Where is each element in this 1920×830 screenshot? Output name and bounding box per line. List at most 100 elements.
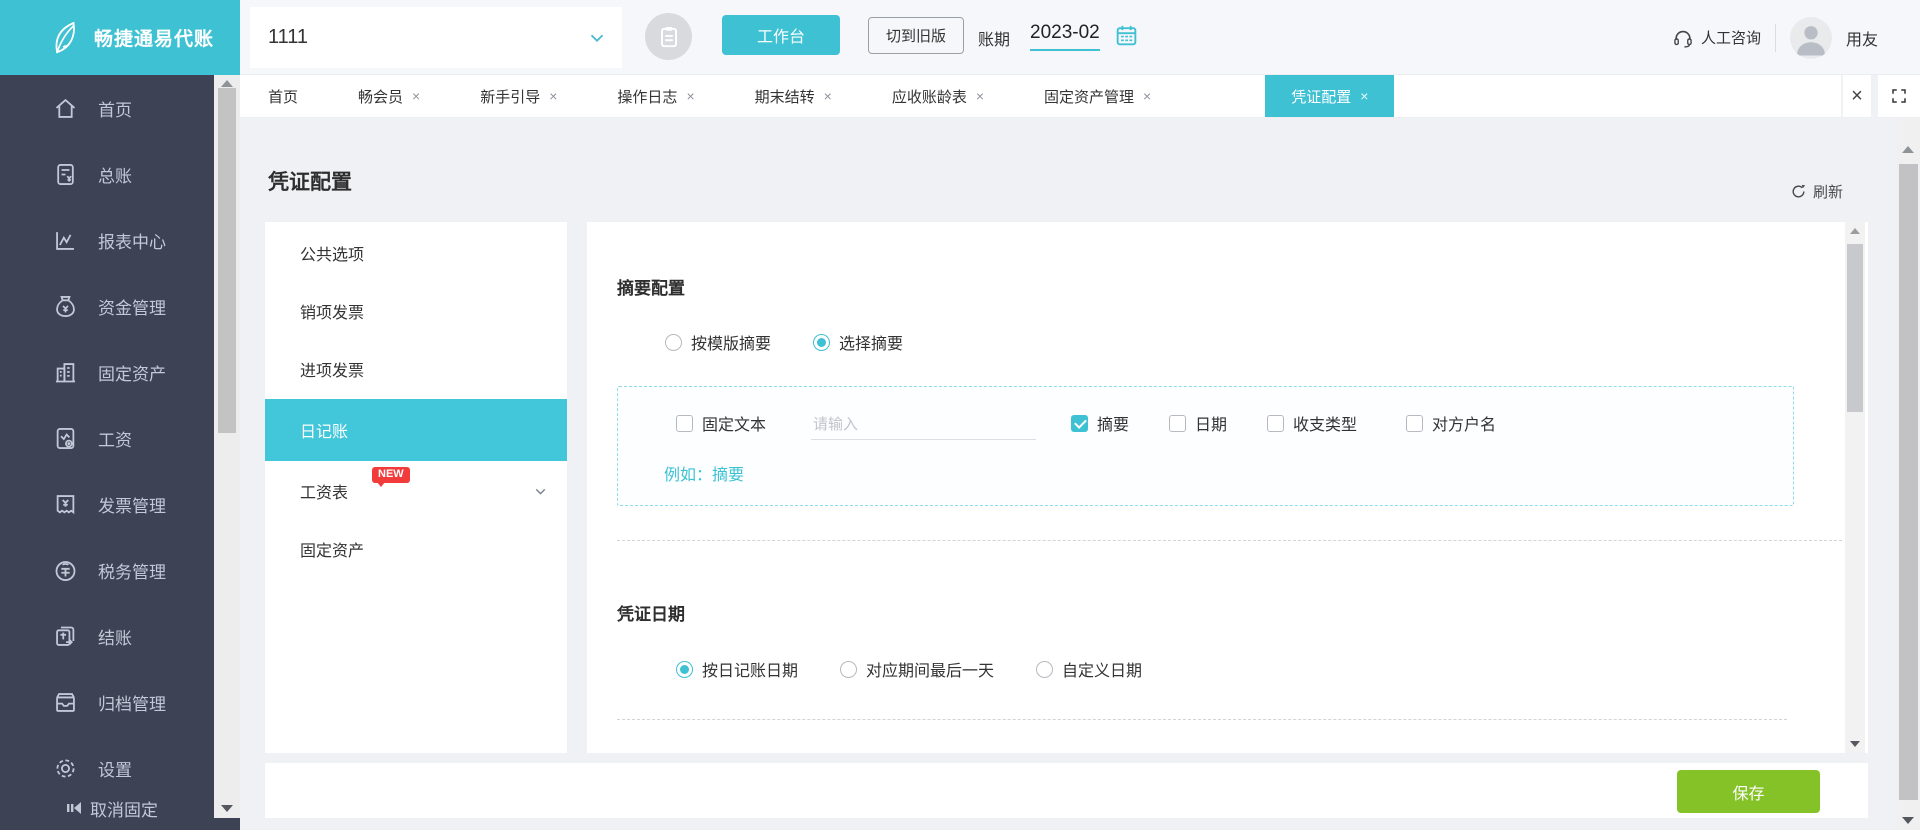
tab-label: 期末结转: [754, 88, 815, 106]
sidebar-item-fixed-assets[interactable]: 固定资产: [0, 339, 214, 405]
period-label: 账期: [978, 32, 1011, 49]
closing-icon: [52, 623, 79, 650]
checkbox-icon[interactable]: [676, 414, 693, 432]
sidebar-item-salary[interactable]: 工资: [0, 405, 214, 471]
sidebar-item-general-ledger[interactable]: 总账: [0, 141, 214, 207]
radio-icon-selected[interactable]: [813, 333, 831, 351]
sidebar-item-invoice-management[interactable]: 发票管理: [0, 471, 214, 537]
radio-icon-selected[interactable]: [676, 660, 693, 678]
workbench-button[interactable]: 工作台: [722, 15, 840, 55]
tab-home[interactable]: 首页: [250, 75, 316, 117]
config-item-sales-invoice[interactable]: 销项发票: [265, 282, 567, 340]
scroll-down-arrow[interactable]: [221, 805, 233, 812]
checkbox-icon[interactable]: [1169, 414, 1186, 432]
chevron-down-icon: [586, 27, 608, 49]
sidebar-item-report-center[interactable]: 报表中心: [0, 207, 214, 273]
tab-close-icon[interactable]: ×: [824, 88, 832, 104]
config-item-common-options[interactable]: 公共选项: [265, 224, 567, 282]
username[interactable]: 用友: [1846, 26, 1878, 50]
checkbox-date[interactable]: 日期: [1169, 411, 1227, 435]
scroll-down-arrow[interactable]: [1850, 741, 1860, 747]
refresh-icon: [1790, 183, 1807, 200]
config-item-salary-sheet[interactable]: 工资表 NEW: [265, 462, 567, 520]
tab-operation-log[interactable]: 操作日志 ×: [599, 75, 712, 117]
page-scrollbar-thumb[interactable]: [1899, 164, 1918, 800]
radio-custom-date[interactable]: 自定义日期: [1036, 657, 1142, 681]
avatar[interactable]: [1789, 16, 1832, 59]
tab-close-icon[interactable]: ×: [1360, 88, 1368, 104]
config-item-purchase-invoice[interactable]: 进项发票: [265, 340, 567, 398]
radio-icon[interactable]: [665, 333, 682, 351]
sidebar-scrollbar-thumb[interactable]: [218, 88, 236, 433]
tab-close-icon[interactable]: ×: [1143, 88, 1151, 104]
sidebar-item-tax-management[interactable]: 税务管理: [0, 537, 214, 603]
support-button[interactable]: 人工咨询: [1672, 27, 1761, 49]
sidebar-item-closing[interactable]: 结账: [0, 603, 214, 669]
switch-old-version-button[interactable]: 切到旧版: [868, 17, 964, 54]
sidebar-item-archive-management[interactable]: 归档管理: [0, 669, 214, 735]
invoice-icon: [52, 491, 79, 518]
clipboard-badge-button[interactable]: [645, 13, 692, 60]
section-divider: [617, 540, 1842, 541]
tab-voucher-config[interactable]: 凭证配置 ×: [1265, 75, 1395, 117]
fullscreen-button[interactable]: [1878, 75, 1920, 118]
chevron-down-icon[interactable]: [532, 483, 549, 500]
tab-fixed-assets-mgmt[interactable]: 固定资产管理 ×: [1026, 75, 1169, 117]
radio-icon[interactable]: [1036, 660, 1054, 678]
tab-label: 操作日志: [617, 88, 678, 106]
calendar-icon[interactable]: [1114, 23, 1139, 48]
checkbox-icon[interactable]: [1406, 414, 1423, 432]
save-button[interactable]: 保存: [1677, 770, 1820, 813]
config-item-journal[interactable]: 日记账: [265, 399, 567, 461]
section-divider: [617, 719, 1787, 720]
radio-select-summary[interactable]: 选择摘要: [813, 330, 903, 354]
checkbox-checked-icon[interactable]: [1071, 414, 1088, 432]
content-scrollbar[interactable]: [1845, 222, 1865, 753]
sidebar-item-funds-management[interactable]: 资金管理: [0, 273, 214, 339]
voucher-date-section-title: 凭证日期: [617, 605, 685, 624]
content-scrollbar-thumb[interactable]: [1847, 244, 1863, 412]
ledger-icon: [52, 161, 79, 188]
scroll-up-arrow[interactable]: [1902, 146, 1914, 153]
tab-bar: 首页 畅会员 × 新手引导 × 操作日志 × 期末结转 × 应收账龄表 × 固定…: [240, 75, 1841, 118]
tab-close-icon[interactable]: ×: [549, 88, 557, 104]
tab-close-icon[interactable]: ×: [976, 88, 984, 104]
tab-novice-guide[interactable]: 新手引导 ×: [462, 75, 575, 117]
radio-label: 自定义日期: [1062, 663, 1143, 680]
config-item-fixed-assets[interactable]: 固定资产: [265, 520, 567, 578]
unpin-sidebar-button[interactable]: 取消固定: [62, 791, 158, 825]
tab-label: 首页: [268, 88, 299, 106]
company-select[interactable]: 1111: [250, 7, 622, 68]
checkbox-income-expense-type[interactable]: 收支类型: [1267, 411, 1357, 435]
summary-example-text: 例如：摘要: [664, 467, 745, 484]
checkbox-label: 对方户名: [1432, 417, 1497, 434]
checkbox-summary[interactable]: 摘要: [1071, 411, 1129, 435]
page-scrollbar[interactable]: [1897, 118, 1920, 830]
salary-icon: [52, 425, 79, 452]
tab-close-icon[interactable]: ×: [686, 88, 694, 104]
scroll-down-arrow[interactable]: [1902, 817, 1914, 824]
scroll-up-arrow[interactable]: [1850, 228, 1860, 234]
tab-receivable-aging[interactable]: 应收账龄表 ×: [874, 75, 1002, 117]
tab-period-end-carryover[interactable]: 期末结转 ×: [737, 75, 850, 117]
radio-period-last-day[interactable]: 对应期间最后一天: [840, 657, 994, 681]
radio-icon[interactable]: [840, 660, 858, 678]
checkbox-counterparty-name[interactable]: 对方户名: [1406, 411, 1496, 435]
refresh-button[interactable]: 刷新: [1790, 181, 1843, 202]
config-item-label: 工资表: [300, 485, 349, 502]
radio-template-summary[interactable]: 按模版摘要: [665, 330, 771, 354]
scroll-up-arrow[interactable]: [221, 80, 233, 87]
tab-close-icon[interactable]: ×: [412, 88, 420, 104]
tab-chang-member[interactable]: 畅会员 ×: [340, 75, 438, 117]
fixed-text-input[interactable]: [811, 413, 1036, 440]
period-value[interactable]: 2023-02: [1030, 22, 1100, 51]
funds-icon: [52, 293, 79, 320]
close-all-tabs-button[interactable]: ×: [1843, 75, 1871, 118]
radio-journal-date[interactable]: 按日记账日期: [676, 657, 798, 681]
report-icon: [52, 227, 79, 254]
sidebar-item-home[interactable]: 首页: [0, 75, 214, 141]
checkbox-icon[interactable]: [1267, 414, 1284, 432]
summary-options-box: 固定文本 摘要 日期 收支类型 对方户名 例如：摘要: [617, 386, 1794, 506]
checkbox-fixed-text[interactable]: 固定文本: [676, 411, 766, 435]
sidebar-scrollbar[interactable]: [214, 75, 240, 818]
